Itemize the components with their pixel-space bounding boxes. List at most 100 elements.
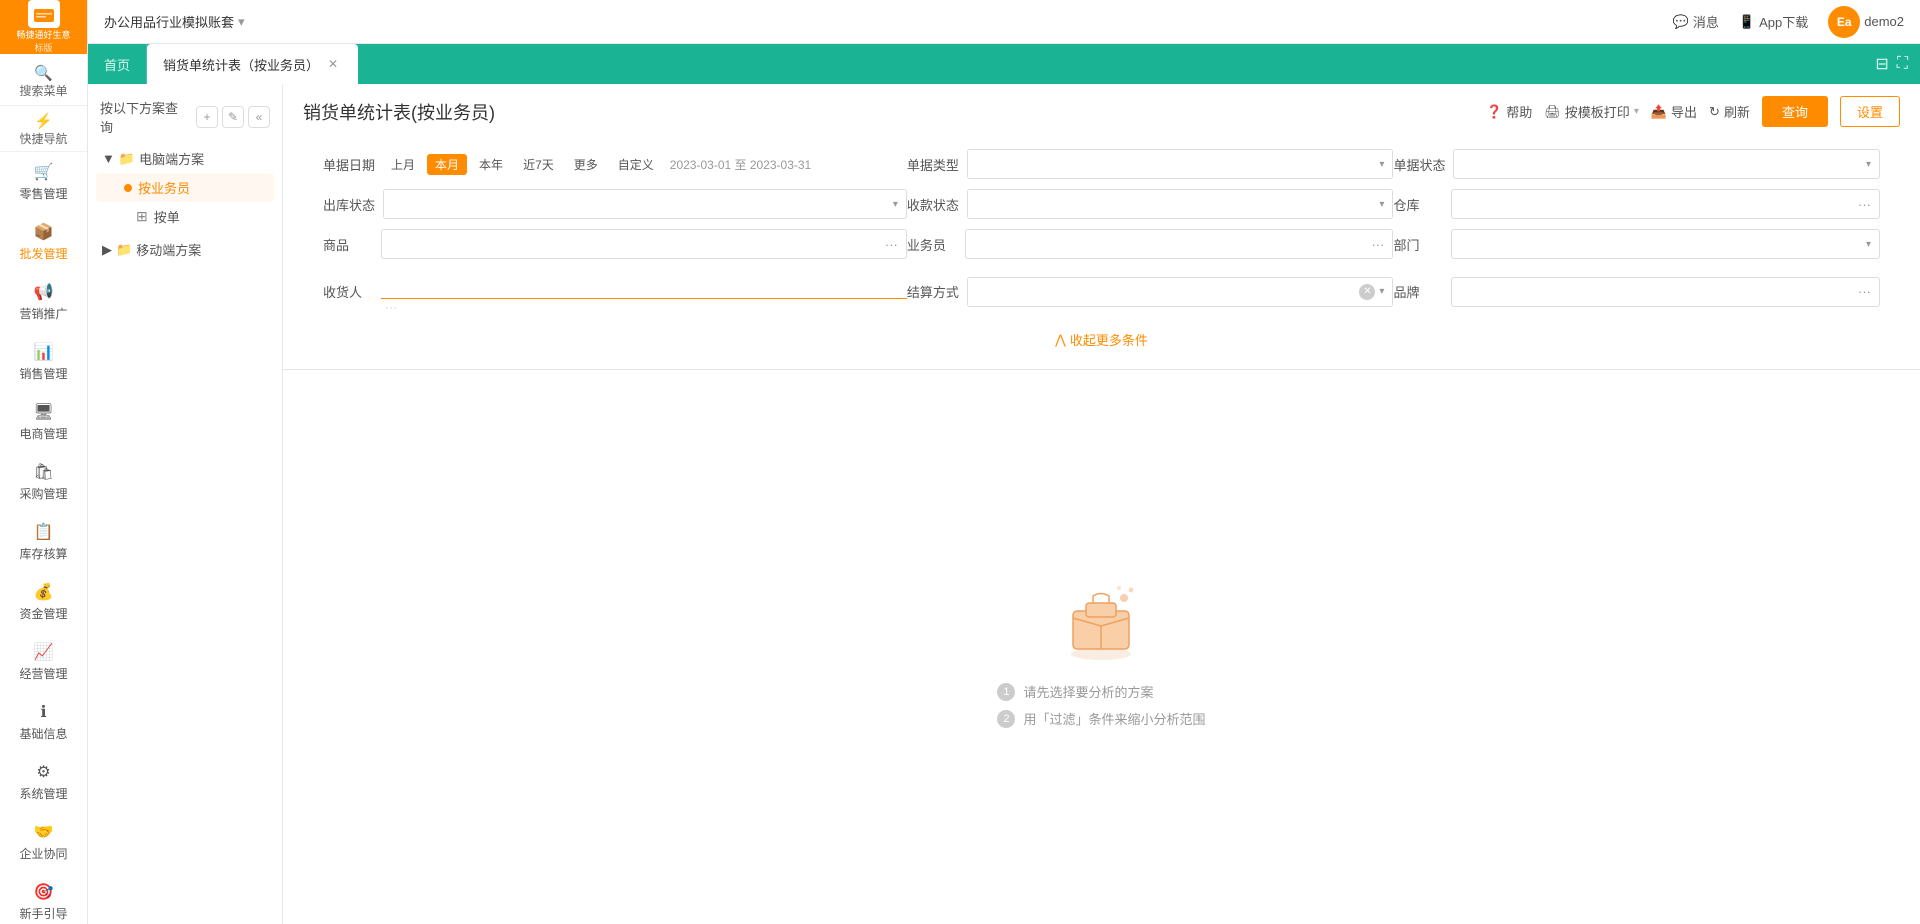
dept-control: ▾ (1451, 229, 1880, 259)
tab-minimize-icon[interactable]: ⊟ (1875, 54, 1888, 74)
quicknav-label: 快捷导航 (8, 130, 79, 147)
refresh-btn[interactable]: ↻ 刷新 (1709, 102, 1750, 121)
page-title: 销货单统计表(按业务员) (303, 99, 495, 125)
outstatus-label: 出库状态 (323, 195, 375, 214)
sidebar-search[interactable]: 🔍 搜索菜单 (0, 54, 87, 106)
brand-control: ··· (1451, 277, 1880, 307)
sidebar-item-inventory[interactable]: 📋 库存核算 (0, 512, 87, 572)
print-icon: 🖨 (1544, 104, 1561, 120)
app-download-label: App下载 (1759, 12, 1808, 31)
collapse-panel-btn[interactable]: « (248, 106, 270, 128)
sidebar-item-sales[interactable]: 📊 销售管理 (0, 332, 87, 392)
system-icon: ⚙ (36, 762, 50, 782)
filter-docstatus: 单据状态 ▾ (1393, 149, 1880, 179)
goods-input[interactable]: ··· (381, 229, 907, 259)
empty-tip-1: 1 请先选择要分析的方案 (997, 682, 1205, 701)
ecommerce-icon: 🖥 (33, 402, 53, 422)
app-download-btn[interactable]: 📱 App下载 (1739, 12, 1808, 31)
date-tab-lastmonth[interactable]: 上月 (383, 154, 423, 175)
tab-home[interactable]: 首页 (88, 44, 147, 84)
add-scheme-btn[interactable]: + (196, 106, 218, 128)
sidebar-item-retail[interactable]: 🛒 零售管理 (0, 152, 87, 212)
dept-select[interactable]: ▾ (1451, 229, 1880, 259)
sidebar-item-purchase[interactable]: 🛍 采购管理 (0, 452, 87, 512)
consignee-input[interactable] (381, 269, 907, 299)
mobile-group-header[interactable]: ▶ 📁 移动端方案 (96, 235, 274, 264)
export-btn[interactable]: 📤 导出 (1651, 102, 1697, 121)
tip-text-2: 用「过滤」条件来缩小分析范围 (1023, 709, 1205, 728)
docstatus-control: ▾ (1453, 149, 1880, 179)
filter-consignee: 收货人 ··· (323, 269, 907, 314)
date-tab-custom[interactable]: 自定义 (610, 154, 662, 175)
query-button[interactable]: 查询 (1762, 96, 1828, 127)
brand-input[interactable]: ··· (1451, 277, 1880, 307)
tab-sales-stat[interactable]: 销货单统计表（按业务员） ✕ (147, 44, 358, 84)
sidebar-logo: 畅捷通好生意 标版 (0, 0, 88, 54)
sidebar-item-collab[interactable]: 🤝 企业协同 (0, 812, 87, 872)
payment-arrow-icon: ▾ (1379, 286, 1384, 297)
inventory-icon: 📋 (34, 522, 54, 542)
print-btn[interactable]: 🖨 按模板打印 ▾ (1544, 102, 1639, 121)
date-tab-7days[interactable]: 近7天 (515, 154, 562, 175)
setting-button[interactable]: 设置 (1840, 96, 1900, 127)
scheme-by-salesperson[interactable]: 按业务员 (96, 173, 274, 202)
scheme-by-order[interactable]: ⊞ 按单 (96, 202, 274, 231)
pc-group-label: 电脑端方案 (139, 149, 204, 168)
dept-label: 部门 (1393, 235, 1443, 254)
outstatus-select[interactable]: ▾ (383, 189, 907, 219)
filter-row-2: 出库状态 ▾ 收款状态 (323, 189, 1880, 219)
operation-label: 经营管理 (19, 665, 67, 682)
collapse-icon: ⋀ (1055, 332, 1066, 348)
sidebar-item-ecommerce[interactable]: 🖥 电商管理 (0, 392, 87, 452)
right-panel: 销货单统计表(按业务员) ❓ 帮助 🖨 按模板打印 ▾ 📤 (283, 84, 1920, 924)
inventory-label: 库存核算 (19, 545, 67, 562)
purchase-label: 采购管理 (19, 485, 67, 502)
payment-control: ✕ ▾ (967, 277, 1394, 307)
tab-expand-icon[interactable]: ⛶ (1897, 55, 1908, 73)
help-label: 帮助 (1506, 102, 1532, 121)
sidebar-quicknav[interactable]: ⚡ 快捷导航 (0, 106, 87, 152)
consignee-label: 收货人 (323, 282, 373, 301)
sidebar-item-newbie[interactable]: 🎯 新手引导 (0, 872, 87, 924)
help-icon: ❓ (1486, 104, 1502, 120)
sales-stat-tab-label: 销货单统计表（按业务员） (163, 55, 319, 74)
date-control: 上月 本月 本年 近7天 更多 自定义 2023-03-01 至 2023-03… (383, 154, 907, 175)
warehouse-input[interactable]: ··· (1451, 189, 1880, 219)
receiptstatus-arrow-icon: ▾ (1379, 199, 1384, 210)
salesperson-input[interactable]: ··· (965, 229, 1394, 259)
brand-label: 品牌 (1393, 282, 1443, 301)
filter-area: 单据日期 上月 本月 本年 近7天 更多 自定义 2023-03-01 至 20… (303, 139, 1900, 369)
sidebar-item-wholesale[interactable]: 📦 批发管理 (0, 212, 87, 272)
tab-close-icon[interactable]: ✕ (325, 56, 341, 72)
pc-group-header[interactable]: ▼ 📁 电脑端方案 (96, 144, 274, 173)
tip-num-1: 1 (997, 683, 1015, 701)
sidebar-item-system[interactable]: ⚙ 系统管理 (0, 752, 87, 812)
filter-goods: 商品 ··· (323, 229, 907, 259)
basic-icon: ℹ (40, 702, 46, 722)
sidebar-item-marketing[interactable]: 📢 营销推广 (0, 272, 87, 332)
docstatus-select[interactable]: ▾ (1453, 149, 1880, 179)
user-avatar-area[interactable]: Ea demo2 (1828, 6, 1904, 38)
sidebar-item-basic[interactable]: ℹ 基础信息 (0, 692, 87, 752)
filter-row-4: 收货人 ··· 结算方式 (323, 269, 1880, 314)
payment-clear-btn[interactable]: ✕ (1359, 284, 1375, 300)
message-btn[interactable]: 💬 消息 (1673, 12, 1719, 31)
help-btn[interactable]: ❓ 帮助 (1486, 102, 1532, 121)
collab-label: 企业协同 (19, 845, 67, 862)
date-tab-thisyear[interactable]: 本年 (471, 154, 511, 175)
industry-dropdown-icon[interactable]: ▾ (238, 14, 245, 30)
collapse-filter-btn[interactable]: ⋀ 收起更多条件 (323, 324, 1880, 359)
doctype-select[interactable]: ▾ (967, 149, 1394, 179)
salesperson-control: ··· (965, 229, 1394, 259)
date-tab-more[interactable]: 更多 (566, 154, 606, 175)
sidebar-item-finance[interactable]: 💰 资金管理 (0, 572, 87, 632)
edit-scheme-btn[interactable]: ✎ (222, 106, 244, 128)
print-dropdown-icon: ▾ (1634, 106, 1639, 117)
filter-warehouse: 仓库 ··· (1393, 189, 1880, 219)
payment-select[interactable]: ✕ ▾ (967, 277, 1394, 307)
username: demo2 (1864, 14, 1904, 29)
receiptstatus-select[interactable]: ▾ (967, 189, 1394, 219)
date-tab-thismonth[interactable]: 本月 (427, 154, 467, 175)
filter-row-1: 单据日期 上月 本月 本年 近7天 更多 自定义 2023-03-01 至 20… (323, 149, 1880, 179)
sidebar-item-operation[interactable]: 📈 经营管理 (0, 632, 87, 692)
